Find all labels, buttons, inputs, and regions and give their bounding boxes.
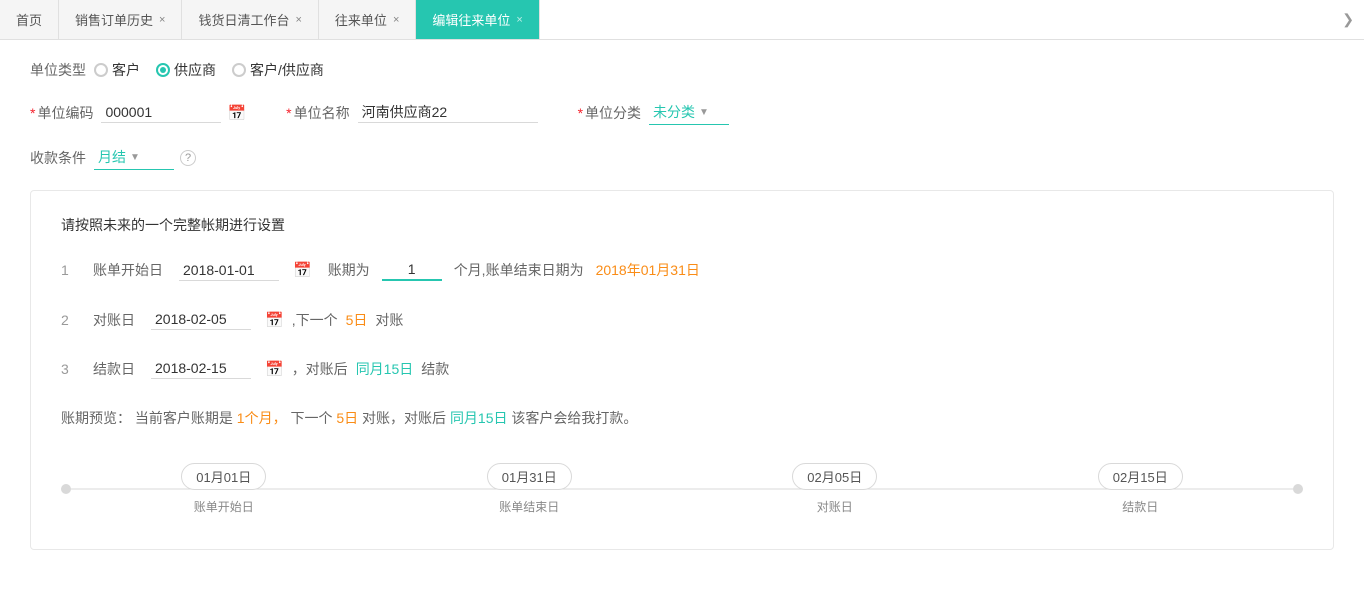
unit-fields-row: *单位编码 📅 *单位名称 *单位分类 未分类 ▼ <box>30 100 1334 125</box>
unit-code-icon[interactable]: 📅 <box>227 104 246 122</box>
payment-row: 收款条件 月结 ▼ ? <box>30 145 1334 170</box>
tab-partner[interactable]: 往来单位 × <box>319 0 416 39</box>
period-desc-3: ，对账后 <box>292 359 348 379</box>
timeline-container: 01月01日 账单开始日 01月31日 账单结束日 02月05日 对账日 <box>61 453 1303 525</box>
unit-code-input[interactable] <box>101 102 221 123</box>
period-date-1[interactable] <box>179 260 279 281</box>
unit-code-group: *单位编码 📅 <box>30 102 246 123</box>
radio-circle-customer <box>94 63 108 77</box>
close-tab-cash-workbench[interactable]: × <box>295 14 301 26</box>
payment-value: 月结 <box>98 147 126 167</box>
preview-highlight3: 同月15日 <box>450 410 508 426</box>
period-num-3: 3 <box>61 361 77 377</box>
period-highlight-2: 5日 <box>346 310 368 330</box>
radio-circle-customer-supplier <box>232 63 246 77</box>
timeline-node-1: 01月01日 账单开始日 <box>181 463 266 515</box>
timeline-badge-3: 02月05日 <box>792 463 877 490</box>
tab-cash-workbench[interactable]: 钱货日清工作台 × <box>182 0 318 39</box>
period-date-2[interactable] <box>151 309 251 330</box>
preview-mid2: 对账，对账后 <box>362 410 446 426</box>
period-highlight-3: 同月15日 <box>356 359 414 379</box>
radio-customer-supplier[interactable]: 客户/供应商 <box>232 60 324 80</box>
timeline-start-dot <box>61 484 71 494</box>
period-row-2: 2 对账日 📅 ,下一个 5日 对账 <box>61 309 1303 330</box>
close-tab-partner[interactable]: × <box>393 14 399 26</box>
chevron-down-icon: ▼ <box>699 107 709 118</box>
unit-category-value: 未分类 <box>653 102 695 122</box>
timeline-badge-4: 02月15日 <box>1098 463 1183 490</box>
period-num-1: 1 <box>61 262 77 278</box>
preview-mid1: 下一个 <box>290 410 332 426</box>
radio-customer[interactable]: 客户 <box>94 60 140 80</box>
unit-name-input[interactable] <box>358 102 538 123</box>
unit-code-label: *单位编码 <box>30 103 93 123</box>
period-date-3[interactable] <box>151 358 251 379</box>
preview-end: 该客户会给我打款。 <box>511 410 637 426</box>
unit-name-group: *单位名称 <box>286 102 537 123</box>
timeline-badge-2: 01月31日 <box>487 463 572 490</box>
main-content: 单位类型 客户 供应商 客户/供应商 *单位编码 📅 <box>0 40 1364 608</box>
payment-chevron-icon: ▼ <box>130 152 140 163</box>
unit-type-label: 单位类型 <box>30 60 86 80</box>
radio-label-supplier: 供应商 <box>174 60 216 80</box>
period-cal-icon-1[interactable]: 📅 <box>293 261 312 279</box>
unit-category-group: *单位分类 未分类 ▼ <box>578 100 729 125</box>
radio-label-customer: 客户 <box>112 60 140 80</box>
preview-label: 账期预览： <box>61 410 131 426</box>
period-cal-icon-3[interactable]: 📅 <box>265 360 284 378</box>
period-label-2: 对账日 <box>93 310 135 330</box>
unit-type-row: 单位类型 客户 供应商 客户/供应商 <box>30 60 1334 80</box>
close-tab-sales-history[interactable]: × <box>159 14 165 26</box>
preview-highlight2: 5日 <box>336 410 358 426</box>
period-month-input[interactable] <box>382 259 442 281</box>
radio-circle-supplier <box>156 63 170 77</box>
unit-category-select[interactable]: 未分类 ▼ <box>649 100 729 125</box>
period-card-title: 请按照未来的一个完整帐期进行设置 <box>61 215 1303 235</box>
close-tab-edit-partner[interactable]: × <box>516 14 522 26</box>
period-suffix2-3: 结款 <box>421 359 449 379</box>
period-end-date-1: 2018年01月31日 <box>596 260 700 280</box>
period-row-3: 3 结款日 📅 ，对账后 同月15日 结款 <box>61 358 1303 379</box>
period-num-2: 2 <box>61 312 77 328</box>
radio-supplier[interactable]: 供应商 <box>156 60 216 80</box>
timeline-label-4: 结款日 <box>1122 498 1158 515</box>
timeline-node-4: 02月15日 结款日 <box>1098 463 1183 515</box>
timeline-label-1: 账单开始日 <box>194 498 254 515</box>
unit-name-label: *单位名称 <box>286 103 349 123</box>
tabs-bar: 首页 销售订单历史 × 钱货日清工作台 × 往来单位 × 编辑往来单位 × ❯ <box>0 0 1364 40</box>
preview-before: 当前客户账期是 <box>135 410 233 426</box>
period-card: 请按照未来的一个完整帐期进行设置 1 账单开始日 📅 账期为 个月,账单结束日期… <box>30 190 1334 550</box>
payment-select[interactable]: 月结 ▼ <box>94 145 174 170</box>
preview-highlight1: 1个月， <box>237 410 287 426</box>
timeline-row: 01月01日 账单开始日 01月31日 账单结束日 02月05日 对账日 <box>61 463 1303 515</box>
unit-category-label: *单位分类 <box>578 103 641 123</box>
timeline-badge-1: 01月01日 <box>181 463 266 490</box>
radio-group-unit-type: 客户 供应商 客户/供应商 <box>94 60 324 80</box>
period-label-1: 账单开始日 <box>93 260 163 280</box>
timeline-nodes: 01月01日 账单开始日 01月31日 账单结束日 02月05日 对账日 <box>71 463 1293 515</box>
timeline-node-3: 02月05日 对账日 <box>792 463 877 515</box>
period-cal-icon-2[interactable]: 📅 <box>265 311 284 329</box>
preview-text: 账期预览： 当前客户账期是 1个月， 下一个 5日 对账，对账后 同月15日 该… <box>61 407 1303 429</box>
period-desc-2: ,下一个 <box>292 310 338 330</box>
tabs-scroll-arrow[interactable]: ❯ <box>1332 11 1364 28</box>
period-desc-before-1: 账期为 <box>328 260 370 280</box>
timeline-label-3: 对账日 <box>817 498 853 515</box>
timeline-label-2: 账单结束日 <box>499 498 559 515</box>
timeline-node-2: 01月31日 账单结束日 <box>487 463 572 515</box>
timeline-end-dot <box>1293 484 1303 494</box>
period-month-label: 个月,账单结束日期为 <box>454 260 584 280</box>
payment-help-icon[interactable]: ? <box>180 150 196 166</box>
period-suffix2-2: 对账 <box>375 310 403 330</box>
tab-edit-partner[interactable]: 编辑往来单位 × <box>416 0 539 39</box>
tab-sales-history[interactable]: 销售订单历史 × <box>59 0 182 39</box>
period-row-1: 1 账单开始日 📅 账期为 个月,账单结束日期为 2018年01月31日 <box>61 259 1303 281</box>
period-label-3: 结款日 <box>93 359 135 379</box>
radio-label-customer-supplier: 客户/供应商 <box>250 60 324 80</box>
tab-home[interactable]: 首页 <box>0 0 59 39</box>
payment-label: 收款条件 <box>30 148 86 168</box>
